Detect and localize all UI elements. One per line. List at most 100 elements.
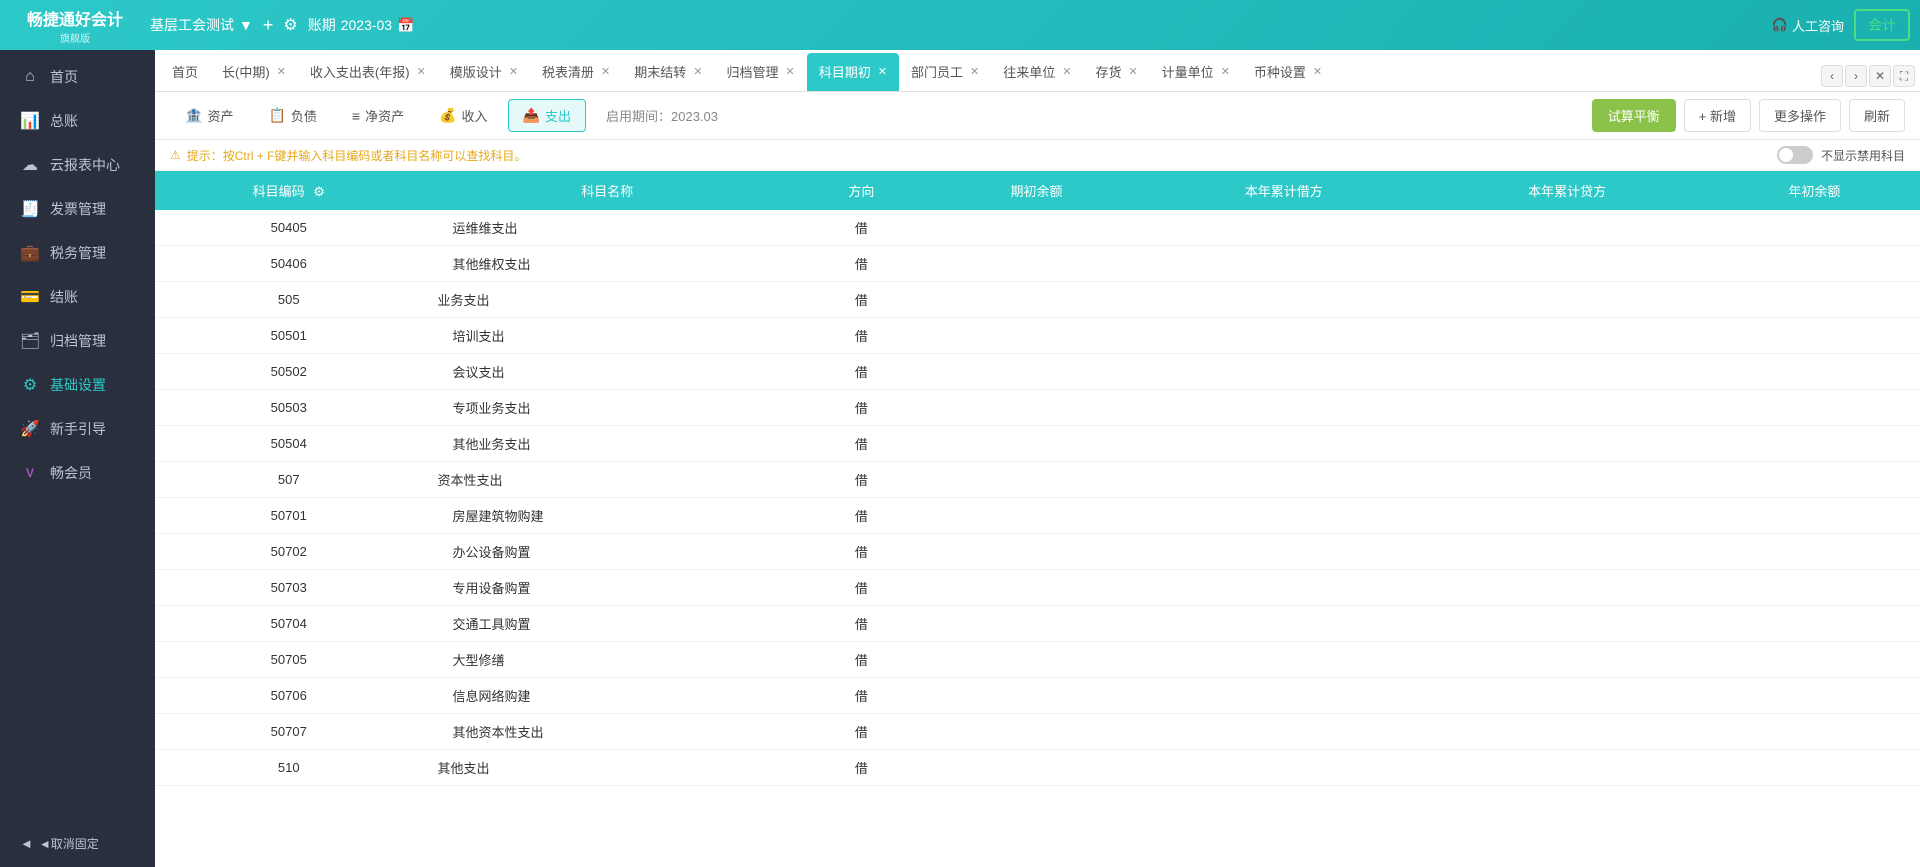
table-row[interactable]: 50706信息网络购建借: [155, 678, 1920, 714]
sidebar-item-member[interactable]: V 畅会员: [0, 451, 155, 495]
cell-year-opening: [1709, 210, 1920, 246]
tab-department[interactable]: 部门员工 ✕: [899, 53, 991, 91]
checkout-icon: 💳: [20, 287, 40, 307]
subtab-net-assets[interactable]: ≡ 净资产: [337, 99, 419, 132]
cell-opening-balance: [931, 714, 1142, 750]
toggle-label: 不显示禁用科目: [1821, 147, 1905, 164]
subtab-income[interactable]: 💰 收入: [424, 99, 502, 132]
ai-consult-button[interactable]: 🎧 人工咨询: [1772, 16, 1844, 35]
cell-direction: 借: [792, 282, 931, 318]
cell-code: 50707: [155, 714, 422, 750]
table-row[interactable]: 50701房屋建筑物购建借: [155, 498, 1920, 534]
tab-scroll-right[interactable]: ›: [1845, 65, 1867, 87]
tab-scroll-left[interactable]: ‹: [1821, 65, 1843, 87]
tab-subject-initial[interactable]: 科目期初 ✕: [807, 53, 899, 91]
tab-template-close[interactable]: ✕: [509, 65, 518, 78]
cell-year-opening: [1709, 498, 1920, 534]
cell-ytd-credit: [1425, 678, 1708, 714]
tab-archive-mgmt[interactable]: 归档管理 ✕: [715, 53, 807, 91]
sidebar-collapse-button[interactable]: ◄ ◄取消固定: [0, 820, 155, 867]
table-row[interactable]: 50705大型修缮借: [155, 642, 1920, 678]
subtab-assets-label: 资产: [207, 106, 233, 125]
tab-partners[interactable]: 往来单位 ✕: [991, 53, 1083, 91]
cell-code: 50501: [155, 318, 422, 354]
tab-template-design[interactable]: 模版设计 ✕: [438, 53, 530, 91]
tab-expand[interactable]: ⛶: [1893, 65, 1915, 87]
tab-inventory[interactable]: 存货 ✕: [1083, 53, 1149, 91]
cell-direction: 借: [792, 678, 931, 714]
tab-period-end-close[interactable]: ✕: [693, 65, 702, 78]
sidebar-item-ledger[interactable]: 📊 总账: [0, 99, 155, 143]
tab-inventory-close[interactable]: ✕: [1128, 65, 1137, 78]
account-button[interactable]: 会计: [1854, 9, 1910, 41]
tab-annual-close[interactable]: ✕: [417, 65, 426, 78]
table-row[interactable]: 50502会议支出借: [155, 354, 1920, 390]
sidebar-item-guide[interactable]: 🚀 新手引导: [0, 407, 155, 451]
cell-ytd-credit: [1425, 246, 1708, 282]
tab-tax-table[interactable]: 税表清册 ✕: [530, 53, 622, 91]
sidebar-item-cloud-reports[interactable]: ☁ 云报表中心: [0, 143, 155, 187]
sidebar-item-tax[interactable]: 💼 税务管理: [0, 231, 155, 275]
table-row[interactable]: 50501培训支出借: [155, 318, 1920, 354]
sidebar-label-guide: 新手引导: [50, 419, 106, 439]
cell-opening-balance: [931, 426, 1142, 462]
col-settings-icon[interactable]: ⚙: [313, 184, 325, 200]
tab-partners-close[interactable]: ✕: [1062, 65, 1071, 78]
table-row[interactable]: 507资本性支出借: [155, 462, 1920, 498]
col-opening-balance: 期初余额: [931, 171, 1142, 210]
tab-measure-unit[interactable]: 计量单位 ✕: [1150, 53, 1242, 91]
refresh-button[interactable]: 刷新: [1849, 99, 1905, 132]
table-row[interactable]: 50702办公设备购置借: [155, 534, 1920, 570]
table-row[interactable]: 50503专项业务支出借: [155, 390, 1920, 426]
tab-archive-close[interactable]: ✕: [786, 65, 795, 78]
sidebar-item-settings[interactable]: ⚙ 基础设置: [0, 363, 155, 407]
header-actions: 🎧 人工咨询 会计: [1772, 9, 1910, 41]
cell-name: 运维维支出: [422, 210, 791, 246]
add-button[interactable]: + 新增: [1684, 99, 1751, 132]
tab-currency-label: 币种设置: [1254, 62, 1306, 81]
tab-home[interactable]: 首页: [160, 53, 210, 91]
more-actions-button[interactable]: 更多操作: [1759, 99, 1841, 132]
tab-annual-report[interactable]: 收入支出表(年报) ✕: [298, 53, 438, 91]
tab-currency-close[interactable]: ✕: [1313, 65, 1322, 78]
toggle-disabled-subjects[interactable]: 不显示禁用科目: [1777, 146, 1905, 164]
period-value: 2023-03: [341, 17, 392, 33]
period-info: 账期 2023-03 📅: [308, 15, 415, 35]
sidebar-item-checkout[interactable]: 💳 结账: [0, 275, 155, 319]
add-company-icon[interactable]: +: [263, 15, 274, 36]
table-row[interactable]: 510其他支出借: [155, 750, 1920, 786]
toggle-switch-control[interactable]: [1777, 146, 1813, 164]
subtab-expenditure[interactable]: 📤 支出: [508, 99, 586, 132]
tab-medium-term[interactable]: 长(中期) ✕: [210, 53, 298, 91]
tab-tax-close[interactable]: ✕: [601, 65, 610, 78]
table-row[interactable]: 50406其他维权支出借: [155, 246, 1920, 282]
tab-currency[interactable]: 币种设置 ✕: [1242, 53, 1334, 91]
tab-subject-close[interactable]: ✕: [878, 65, 887, 78]
cell-year-opening: [1709, 534, 1920, 570]
subtab-liabilities[interactable]: 📋 负债: [253, 99, 331, 132]
tab-dept-close[interactable]: ✕: [970, 65, 979, 78]
table-row[interactable]: 50405运维维支出借: [155, 210, 1920, 246]
table-row[interactable]: 505业务支出借: [155, 282, 1920, 318]
table-row[interactable]: 50704交通工具购置借: [155, 606, 1920, 642]
period-display: 启用期间：2023.03: [606, 106, 718, 125]
tab-period-end[interactable]: 期末结转 ✕: [622, 53, 714, 91]
calendar-icon[interactable]: 📅: [397, 17, 414, 34]
tab-medium-term-close[interactable]: ✕: [277, 65, 286, 78]
tab-close-all[interactable]: ✕: [1869, 65, 1891, 87]
sidebar-item-invoice[interactable]: 🧾 发票管理: [0, 187, 155, 231]
tab-template-label: 模版设计: [450, 62, 502, 81]
cell-direction: 借: [792, 246, 931, 282]
tab-measure-close[interactable]: ✕: [1221, 65, 1230, 78]
company-selector[interactable]: 基层工会测试 ▼: [150, 15, 253, 35]
table-row[interactable]: 50703专用设备购置借: [155, 570, 1920, 606]
cell-ytd-credit: [1425, 462, 1708, 498]
cell-direction: 借: [792, 498, 931, 534]
settings-icon[interactable]: ⚙: [283, 15, 297, 35]
sidebar-item-home[interactable]: ⌂ 首页: [0, 55, 155, 99]
subtab-assets[interactable]: 🏦 资产: [170, 99, 248, 132]
table-row[interactable]: 50707其他资本性支出借: [155, 714, 1920, 750]
balance-button[interactable]: 试算平衡: [1592, 99, 1676, 132]
sidebar-item-archive[interactable]: 🗂 归档管理: [0, 319, 155, 363]
table-row[interactable]: 50504其他业务支出借: [155, 426, 1920, 462]
